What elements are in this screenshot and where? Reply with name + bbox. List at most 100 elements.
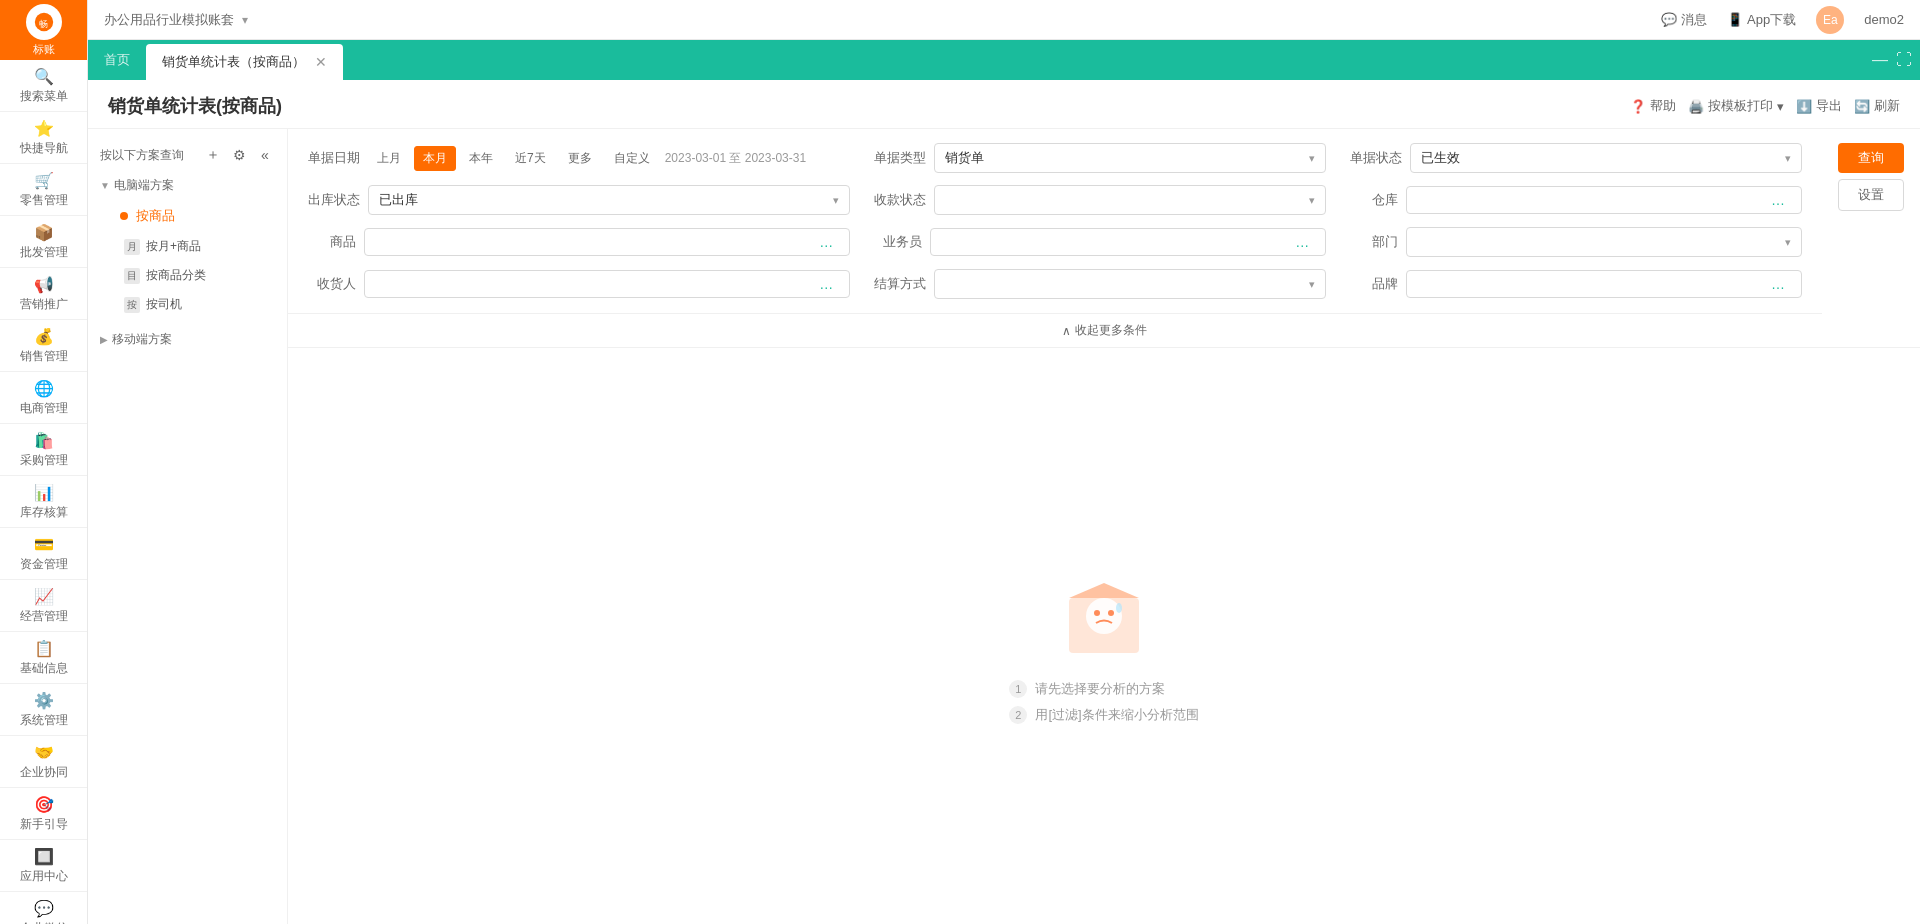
panel-header: 按以下方案查询 ＋ ⚙ « <box>88 139 287 171</box>
brand-dots[interactable]: … <box>1765 276 1791 292</box>
product-input[interactable]: … <box>364 228 850 256</box>
sidebar-item-label: 销售管理 <box>20 348 68 365</box>
inventory-icon: 📊 <box>34 483 54 502</box>
date-tab-last-month[interactable]: 上月 <box>368 146 410 171</box>
empty-hint-2: 2 用[过滤]条件来缩小分析范围 <box>1009 706 1198 724</box>
sidebar-item-guide[interactable]: 🎯 新手引导 <box>0 788 87 840</box>
date-tab-this-month[interactable]: 本月 <box>414 146 456 171</box>
logo[interactable]: 畅 标账 <box>0 0 87 60</box>
user-name[interactable]: demo2 <box>1864 12 1904 27</box>
salesman-label: 业务员 <box>874 233 930 251</box>
collapse-bar[interactable]: ∧ 收起更多条件 <box>288 314 1920 348</box>
active-dot-icon <box>120 212 128 220</box>
scheme-sub-item-category[interactable]: 目 按商品分类 <box>88 261 287 290</box>
filter-row-4: 收货人 … 结算方式 ▾ <box>308 269 1802 299</box>
sidebar-item-operations[interactable]: 📈 经营管理 <box>0 580 87 632</box>
sidebar-item-label: 快捷导航 <box>20 140 68 157</box>
receiver-input[interactable]: … <box>364 270 850 298</box>
sidebar-item-ecommerce[interactable]: 🌐 电商管理 <box>0 372 87 424</box>
sidebar-item-wholesale[interactable]: 📦 批发管理 <box>0 216 87 268</box>
tab-close-btn[interactable]: ✕ <box>315 54 327 70</box>
sidebar-item-retail[interactable]: 🛒 零售管理 <box>0 164 87 216</box>
payment-select[interactable]: ▾ <box>934 185 1326 215</box>
outstock-select[interactable]: 已出库 ▾ <box>368 185 850 215</box>
department-label: 部门 <box>1350 233 1406 251</box>
export-icon: ⬇️ <box>1796 99 1812 114</box>
salesman-input[interactable]: … <box>930 228 1326 256</box>
sidebar-item-system[interactable]: ⚙️ 系统管理 <box>0 684 87 736</box>
tab-minimize-btn[interactable]: — <box>1872 51 1888 69</box>
scheme-group-desktop-title[interactable]: ▼ 电脑端方案 <box>88 171 287 200</box>
group-arrow-icon-2: ▶ <box>100 334 108 345</box>
date-range-text: 2023-03-01 至 2023-03-31 <box>665 150 806 167</box>
sidebar-item-quick-nav[interactable]: ⭐ 快捷导航 <box>0 112 87 164</box>
sidebar-item-enterprise[interactable]: 🤝 企业协同 <box>0 736 87 788</box>
tab-maximize-btn[interactable]: ⛶ <box>1896 51 1912 69</box>
sidebar-item-apps[interactable]: 🔲 应用中心 <box>0 840 87 892</box>
scheme-item-by-product[interactable]: 按商品 <box>92 200 283 232</box>
date-tab-custom[interactable]: 自定义 <box>605 146 659 171</box>
sidebar-item-label: 新手引导 <box>20 816 68 833</box>
warehouse-dots[interactable]: … <box>1765 192 1791 208</box>
receiver-dots[interactable]: … <box>813 276 839 292</box>
date-tab-more[interactable]: 更多 <box>559 146 601 171</box>
date-tabs: 上月 本月 本年 近7天 更多 自定义 <box>368 146 659 171</box>
scheme-group-label: 电脑端方案 <box>114 177 174 194</box>
panel-settings-btn[interactable]: ⚙ <box>229 145 249 165</box>
panel-collapse-btn[interactable]: « <box>255 145 275 165</box>
department-dropdown-icon: ▾ <box>1785 236 1791 249</box>
sidebar-item-basic[interactable]: 📋 基础信息 <box>0 632 87 684</box>
settlement-select[interactable]: ▾ <box>934 269 1326 299</box>
refresh-btn[interactable]: 🔄 刷新 <box>1854 97 1900 115</box>
filter-panel: 单据日期 上月 本月 本年 近7天 更多 自定义 <box>288 129 1822 314</box>
department-select[interactable]: ▾ <box>1406 227 1802 257</box>
sidebar-item-purchase[interactable]: 🛍️ 采购管理 <box>0 424 87 476</box>
tab-home[interactable]: 首页 <box>88 40 146 80</box>
scheme-group-desktop: ▼ 电脑端方案 按商品 月 按月+商品 目 按商品分类 <box>88 171 287 319</box>
print-btn[interactable]: 🖨️ 按模板打印 ▾ <box>1688 97 1784 115</box>
sidebar-item-inventory[interactable]: 📊 库存核算 <box>0 476 87 528</box>
page-header: 销货单统计表(按商品) ❓ 帮助 🖨️ 按模板打印 ▾ ⬇️ 导出 🔄 刷新 <box>88 80 1920 129</box>
settings-btn[interactable]: 设置 <box>1838 179 1904 211</box>
date-label: 单据日期 <box>308 149 368 167</box>
query-btn[interactable]: 查询 <box>1838 143 1904 173</box>
content-area: 按以下方案查询 ＋ ⚙ « ▼ 电脑端方案 按商品 月 <box>88 129 1920 924</box>
scheme-group-mobile-title[interactable]: ▶ 移动端方案 <box>88 325 287 354</box>
sidebar-item-wechat[interactable]: 💬 企业微信 <box>0 892 87 924</box>
status-select[interactable]: 已生效 ▾ <box>1410 143 1802 173</box>
date-tab-this-year[interactable]: 本年 <box>460 146 502 171</box>
avatar[interactable]: Ea <box>1816 6 1844 34</box>
brand-input[interactable]: … <box>1406 270 1802 298</box>
type-select-value: 销货单 <box>945 149 1303 167</box>
salesman-dots[interactable]: … <box>1289 234 1315 250</box>
svg-point-7 <box>1116 603 1122 613</box>
scheme-sub-item-cashier[interactable]: 按 按司机 <box>88 290 287 319</box>
svg-point-6 <box>1108 610 1114 616</box>
filter-row-3: 商品 … 业务员 … <box>308 227 1802 257</box>
outstock-label: 出库状态 <box>308 191 368 209</box>
purchase-icon: 🛍️ <box>34 431 54 450</box>
scheme-sub-item-month-product[interactable]: 月 按月+商品 <box>88 232 287 261</box>
filter-row-1: 单据日期 上月 本月 本年 近7天 更多 自定义 <box>308 143 1802 173</box>
receiver-label: 收货人 <box>308 275 364 293</box>
sidebar-item-sales[interactable]: 💰 销售管理 <box>0 320 87 372</box>
star-icon: ⭐ <box>34 119 54 138</box>
panel-add-btn[interactable]: ＋ <box>203 145 223 165</box>
export-btn[interactable]: ⬇️ 导出 <box>1796 97 1842 115</box>
outstock-dropdown-icon: ▾ <box>833 194 839 207</box>
message-btn[interactable]: 💬 消息 <box>1661 11 1707 29</box>
app-dropdown[interactable]: ▾ <box>242 13 248 27</box>
filter-container: 单据日期 上月 本月 本年 近7天 更多 自定义 <box>288 129 1920 314</box>
warehouse-input[interactable]: … <box>1406 186 1802 214</box>
tab-sales-stat[interactable]: 销货单统计表（按商品） ✕ <box>146 44 343 80</box>
type-dropdown-icon: ▾ <box>1309 152 1315 165</box>
empty-hints: 1 请先选择要分析的方案 2 用[过滤]条件来缩小分析范围 <box>1009 680 1198 724</box>
date-tab-7days[interactable]: 近7天 <box>506 146 555 171</box>
sidebar-item-marketing[interactable]: 📢 营销推广 <box>0 268 87 320</box>
type-select[interactable]: 销货单 ▾ <box>934 143 1326 173</box>
app-download-btn[interactable]: 📱 App下载 <box>1727 11 1796 29</box>
product-dots[interactable]: … <box>813 234 839 250</box>
sidebar-item-search[interactable]: 🔍 搜索菜单 <box>0 60 87 112</box>
sidebar-item-finance[interactable]: 💳 资金管理 <box>0 528 87 580</box>
help-btn[interactable]: ❓ 帮助 <box>1630 97 1676 115</box>
